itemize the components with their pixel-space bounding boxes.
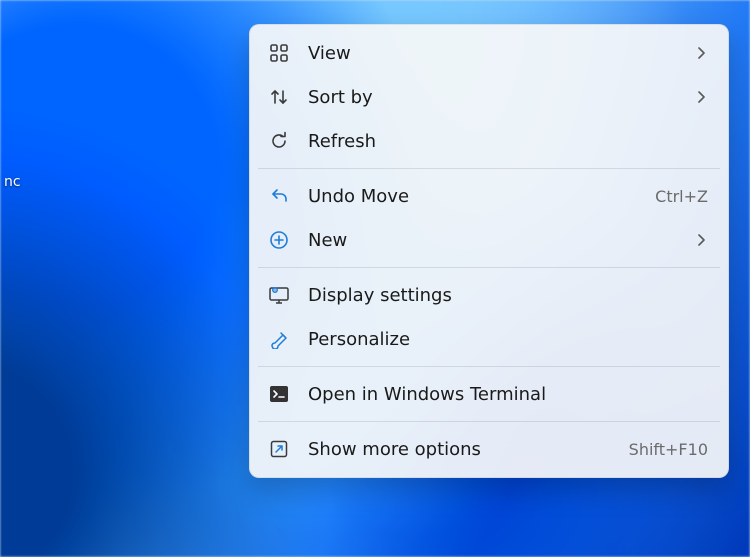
menu-separator bbox=[258, 366, 720, 367]
menu-item-personalize[interactable]: Personalize bbox=[256, 317, 722, 361]
menu-separator bbox=[258, 267, 720, 268]
sort-icon bbox=[268, 86, 290, 108]
menu-item-label: Show more options bbox=[308, 439, 617, 460]
new-icon bbox=[268, 229, 290, 251]
view-icon bbox=[268, 42, 290, 64]
chevron-right-icon bbox=[694, 233, 708, 247]
menu-item-label: New bbox=[308, 230, 682, 251]
menu-item-refresh[interactable]: Refresh bbox=[256, 119, 722, 163]
menu-item-label: Display settings bbox=[308, 285, 708, 306]
refresh-icon bbox=[268, 130, 290, 152]
menu-item-open-terminal[interactable]: Open in Windows Terminal bbox=[256, 372, 722, 416]
menu-item-accelerator: Ctrl+Z bbox=[655, 187, 708, 206]
menu-item-label: Refresh bbox=[308, 131, 708, 152]
menu-item-view[interactable]: View bbox=[256, 31, 722, 75]
menu-item-label: Open in Windows Terminal bbox=[308, 384, 708, 405]
personalize-icon bbox=[268, 328, 290, 350]
menu-item-show-more-options[interactable]: Show more options Shift+F10 bbox=[256, 427, 722, 471]
show-more-icon bbox=[268, 438, 290, 460]
chevron-right-icon bbox=[694, 46, 708, 60]
undo-icon bbox=[268, 185, 290, 207]
menu-separator bbox=[258, 168, 720, 169]
desktop-context-menu: View Sort by Refresh bbox=[249, 24, 729, 478]
menu-item-sort-by[interactable]: Sort by bbox=[256, 75, 722, 119]
menu-item-label: Undo Move bbox=[308, 186, 643, 207]
terminal-icon bbox=[268, 383, 290, 405]
menu-item-accelerator: Shift+F10 bbox=[629, 440, 708, 459]
menu-separator bbox=[258, 421, 720, 422]
menu-item-label: View bbox=[308, 43, 682, 64]
menu-item-display-settings[interactable]: Display settings bbox=[256, 273, 722, 317]
menu-item-label: Personalize bbox=[308, 329, 708, 350]
desktop-icon-label-fragment: nc bbox=[4, 174, 21, 190]
display-settings-icon bbox=[268, 284, 290, 306]
menu-item-label: Sort by bbox=[308, 87, 682, 108]
chevron-right-icon bbox=[694, 90, 708, 104]
menu-item-new[interactable]: New bbox=[256, 218, 722, 262]
menu-item-undo-move[interactable]: Undo Move Ctrl+Z bbox=[256, 174, 722, 218]
